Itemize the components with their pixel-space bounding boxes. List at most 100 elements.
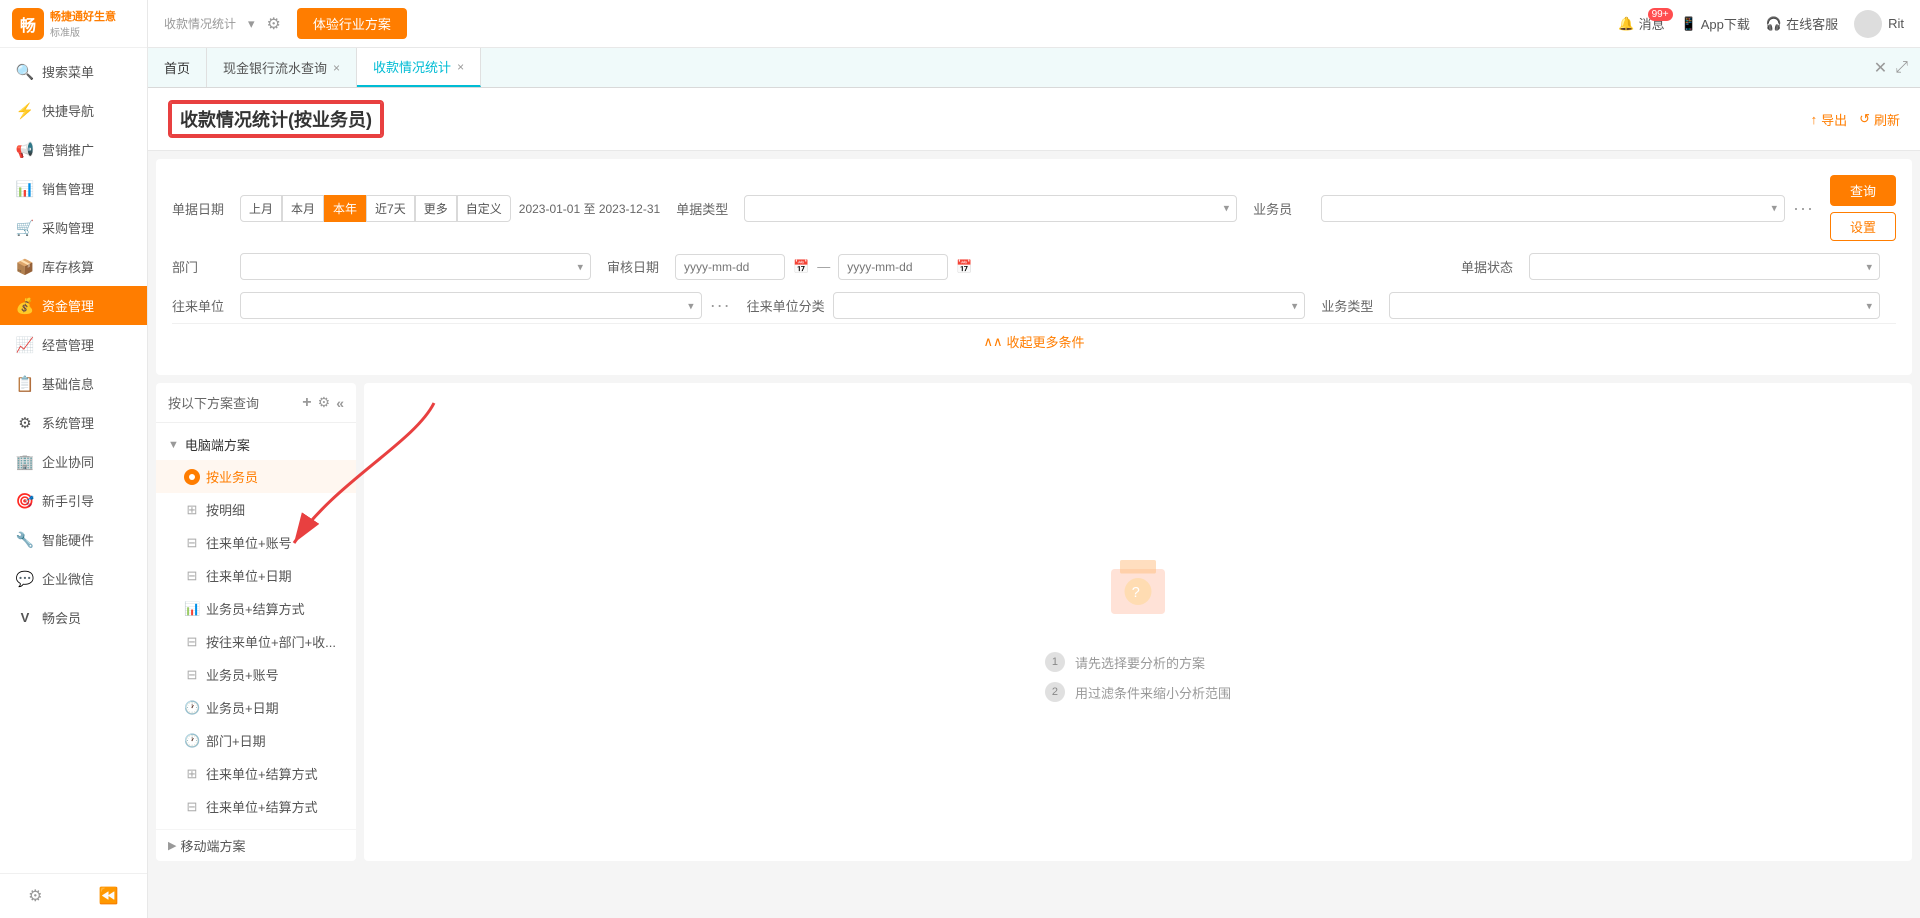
biz-type-select[interactable] bbox=[1389, 292, 1880, 319]
sidebar: 畅 畅捷通好生意 标准版 🔍 搜索菜单 ⚡ 快捷导航 📢 营销推广 📊 销售管理… bbox=[0, 0, 148, 918]
sidebar-item-label: 营销推广 bbox=[42, 140, 94, 159]
header-right: 🔔 消息 99+ 📱 App下载 🎧 在线客服 Rit bbox=[1618, 10, 1904, 38]
trial-button[interactable]: 体验行业方案 bbox=[297, 8, 407, 39]
sidebar-item-purchase[interactable]: 🛒 采购管理 bbox=[0, 208, 147, 247]
scheme-item-partner-date[interactable]: ⊟ 往来单位+日期 bbox=[156, 559, 356, 592]
sidebar-item-guide[interactable]: 🎯 新手引导 bbox=[0, 481, 147, 520]
tab-bank-flow[interactable]: 现金银行流水查询 × bbox=[207, 48, 357, 87]
app-download-button[interactable]: 📱 App下载 bbox=[1681, 14, 1750, 33]
capital-icon: 💰 bbox=[16, 297, 34, 315]
settings-bottom-icon[interactable]: ⚙ bbox=[24, 882, 46, 910]
desktop-scheme-label: 电脑端方案 bbox=[185, 435, 250, 454]
date-btn-custom[interactable]: 自定义 bbox=[457, 195, 511, 222]
export-button[interactable]: ↑ 导出 bbox=[1811, 110, 1848, 129]
collapse-bar[interactable]: ∧∧ 收起更多条件 bbox=[172, 323, 1896, 359]
tab-home[interactable]: 首页 bbox=[148, 48, 207, 87]
sidebar-item-capital[interactable]: 💰 资金管理 bbox=[0, 286, 147, 325]
scheme-item-partner-account[interactable]: ⊟ 往来单位+账号 bbox=[156, 526, 356, 559]
doc-status-select[interactable] bbox=[1529, 253, 1880, 280]
date-btn-this-month[interactable]: 本月 bbox=[282, 195, 324, 222]
header-gear-icon[interactable]: ⚙ bbox=[267, 14, 281, 34]
date-separator: — bbox=[817, 259, 830, 274]
page-content: 收款情况统计(按业务员) ↑ 导出 ↺ 刷新 单据日期 上月 bbox=[148, 88, 1920, 918]
partner-category-select[interactable] bbox=[833, 292, 1306, 319]
doc-type-select[interactable] bbox=[744, 195, 1237, 222]
doc-type-label: 单据类型 bbox=[676, 199, 736, 218]
scheme-item-salesperson-date[interactable]: 🕐 业务员+日期 bbox=[156, 691, 356, 724]
logo-text-area: 畅捷通好生意 标准版 bbox=[50, 8, 116, 39]
maximize-tab-icon[interactable]: ⤢ bbox=[1895, 59, 1908, 77]
dept-select[interactable] bbox=[240, 253, 591, 280]
clock-icon-1: 🕐 bbox=[184, 700, 200, 716]
date-btn-7days[interactable]: 近7天 bbox=[366, 195, 415, 222]
scheme-item-dept-date[interactable]: 🕐 部门+日期 bbox=[156, 724, 356, 757]
tab-receipt-stat[interactable]: 收款情况统计 × bbox=[357, 48, 481, 87]
step-2-num: 2 bbox=[1045, 682, 1065, 702]
sidebar-item-enterprise[interactable]: 🏢 企业协同 bbox=[0, 442, 147, 481]
scheme-item-detail[interactable]: ⊞ 按明细 bbox=[156, 493, 356, 526]
hardware-icon: 🔧 bbox=[16, 531, 34, 549]
sidebar-item-wechat[interactable]: 💬 企业微信 bbox=[0, 559, 147, 598]
phone-icon: 📱 bbox=[1681, 16, 1697, 32]
scheme-item-partner-dept[interactable]: ⊟ 按往来单位+部门+收... bbox=[156, 625, 356, 658]
message-button[interactable]: 🔔 消息 99+ bbox=[1618, 14, 1664, 33]
guide-icon: 🎯 bbox=[16, 492, 34, 510]
partner-more-icon[interactable]: ··· bbox=[710, 295, 731, 316]
mobile-scheme-section[interactable]: ▶ 移动端方案 bbox=[156, 829, 356, 861]
salesperson-select[interactable] bbox=[1321, 195, 1785, 222]
add-scheme-icon[interactable]: + bbox=[302, 394, 311, 412]
setting-button[interactable]: 设置 bbox=[1830, 212, 1896, 241]
page-title-box: 收款情况统计(按业务员) bbox=[168, 100, 384, 138]
sidebar-item-operation[interactable]: 📈 经营管理 bbox=[0, 325, 147, 364]
scheme-item-partner-payment-1[interactable]: ⊞ 往来单位+结算方式 bbox=[156, 757, 356, 790]
salesperson-filter: 业务员 ··· bbox=[1253, 195, 1814, 222]
sidebar-item-hardware[interactable]: 🔧 智能硬件 bbox=[0, 520, 147, 559]
receipt-stat-tab-label: 收款情况统计 bbox=[373, 57, 451, 76]
online-service-button[interactable]: 🎧 在线客服 bbox=[1766, 14, 1838, 33]
salesperson-more-icon[interactable]: ··· bbox=[1793, 198, 1814, 219]
date-btn-more[interactable]: 更多 bbox=[415, 195, 457, 222]
close-bank-flow-tab-icon[interactable]: × bbox=[333, 61, 340, 75]
user-area[interactable]: Rit bbox=[1854, 10, 1904, 38]
close-receipt-stat-tab-icon[interactable]: × bbox=[457, 60, 464, 74]
grid-icon: ⊞ bbox=[184, 502, 200, 518]
partner-select[interactable] bbox=[240, 292, 702, 319]
top-header: 收款情况统计 ▾ ⚙ 体验行业方案 🔔 消息 99+ 📱 App下载 🎧 在线客… bbox=[148, 0, 1920, 48]
scheme-item-salesperson-account[interactable]: ⊟ 业务员+账号 bbox=[156, 658, 356, 691]
calendar-from-icon[interactable]: 📅 bbox=[793, 259, 809, 275]
calendar-to-icon[interactable]: 📅 bbox=[956, 259, 972, 275]
collapse-panel-icon[interactable]: « bbox=[336, 395, 344, 411]
audit-date-from-input[interactable] bbox=[675, 254, 785, 280]
sidebar-item-system[interactable]: ⚙ 系统管理 bbox=[0, 403, 147, 442]
user-avatar bbox=[1854, 10, 1882, 38]
sidebar-item-quick-nav[interactable]: ⚡ 快捷导航 bbox=[0, 91, 147, 130]
close-tab-icon[interactable]: ✕ bbox=[1874, 58, 1887, 78]
collapse-sidebar-icon[interactable]: ⏪ bbox=[95, 882, 123, 910]
desktop-scheme-header[interactable]: ▼ 电脑端方案 bbox=[156, 429, 356, 460]
sidebar-item-sales[interactable]: 📊 销售管理 bbox=[0, 169, 147, 208]
audit-date-to-input[interactable] bbox=[838, 254, 948, 280]
sidebar-item-label: 新手引导 bbox=[42, 491, 94, 510]
scheme-gear-icon[interactable]: ⚙ bbox=[318, 394, 331, 411]
sidebar-item-inventory[interactable]: 📦 库存核算 bbox=[0, 247, 147, 286]
sidebar-item-label: 销售管理 bbox=[42, 179, 94, 198]
scheme-item-salesperson-payment[interactable]: 📊 业务员+结算方式 bbox=[156, 592, 356, 625]
date-btn-this-year[interactable]: 本年 bbox=[324, 195, 366, 222]
sidebar-item-member[interactable]: V 畅会员 bbox=[0, 598, 147, 637]
scheme-item-label: 往来单位+账号 bbox=[206, 533, 292, 552]
query-button[interactable]: 查询 bbox=[1830, 175, 1896, 206]
dropdown-arrow-icon[interactable]: ▾ bbox=[248, 16, 255, 32]
sidebar-item-marketing[interactable]: 📢 营销推广 bbox=[0, 130, 147, 169]
scheme-item-partner-payment-2[interactable]: ⊟ 往来单位+结算方式 bbox=[156, 790, 356, 823]
sidebar-item-search[interactable]: 🔍 搜索菜单 bbox=[0, 52, 147, 91]
scheme-item-salesperson[interactable]: 按业务员 bbox=[156, 460, 356, 493]
sidebar-item-basic[interactable]: 📋 基础信息 bbox=[0, 364, 147, 403]
expand-down-icon: ▼ bbox=[168, 439, 179, 451]
date-btn-last-month[interactable]: 上月 bbox=[240, 195, 282, 222]
table-icon-4: ⊟ bbox=[184, 667, 200, 683]
empty-step-1: 1 请先选择要分析的方案 bbox=[1045, 652, 1231, 672]
marketing-icon: 📢 bbox=[16, 141, 34, 159]
scheme-item-label: 按业务员 bbox=[206, 467, 258, 486]
refresh-button[interactable]: ↺ 刷新 bbox=[1859, 110, 1900, 129]
sidebar-item-label: 系统管理 bbox=[42, 413, 94, 432]
